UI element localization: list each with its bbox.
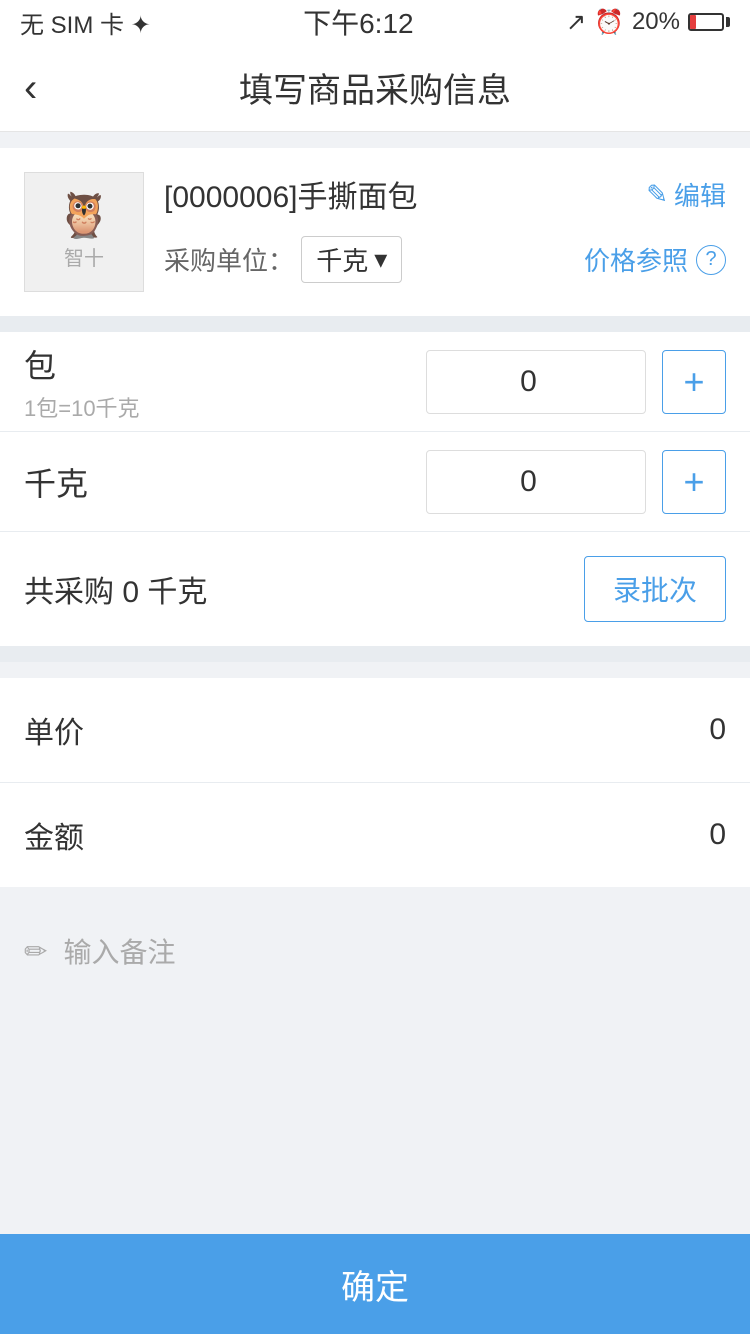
summary-text: 共采购 0 千克 bbox=[24, 567, 207, 611]
jin-e-value: 0 bbox=[709, 818, 726, 852]
input-section: 包 1包=10千克 + 千克 + 共采购 0 千克 录批次 bbox=[0, 332, 750, 646]
divider-2 bbox=[0, 646, 750, 662]
confirm-button[interactable]: 确定 bbox=[341, 1260, 409, 1309]
sim-label: 无 SIM 卡 ✦ bbox=[20, 5, 151, 40]
price-ref-link[interactable]: 价格参照 ? bbox=[584, 241, 726, 278]
chevron-down-icon: ▾ bbox=[374, 244, 387, 275]
unit-value: 千克 bbox=[316, 241, 368, 278]
nav-title: 填写商品采购信息 bbox=[239, 63, 511, 112]
kg-input[interactable] bbox=[426, 450, 646, 514]
unit-select[interactable]: 千克 ▾ bbox=[301, 236, 402, 283]
edit-icon: ✎ bbox=[646, 179, 668, 210]
kg-label-group: 千克 bbox=[24, 459, 144, 505]
notes-section[interactable]: ✏ 输入备注 bbox=[0, 903, 750, 999]
summary-row: 共采购 0 千克 录批次 bbox=[0, 532, 750, 646]
battery-percent: 20% bbox=[632, 8, 680, 36]
bao-field-wrapper: + bbox=[144, 350, 726, 414]
dan-jia-label: 单价 bbox=[24, 708, 84, 752]
bottom-spacer bbox=[0, 999, 750, 1234]
product-image-label: 智十 bbox=[64, 242, 104, 271]
bao-label-group: 包 1包=10千克 bbox=[24, 341, 144, 423]
bao-plus-button[interactable]: + bbox=[662, 350, 726, 414]
kg-field-wrapper: + bbox=[144, 450, 726, 514]
bao-sub-label: 1包=10千克 bbox=[24, 391, 144, 423]
price-section: 单价 0 金额 0 bbox=[0, 678, 750, 887]
kg-label: 千克 bbox=[24, 459, 144, 505]
product-name: [0000006]手撕面包 bbox=[164, 172, 417, 216]
confirm-bar[interactable]: 确定 bbox=[0, 1234, 750, 1334]
notes-placeholder: 输入备注 bbox=[63, 931, 175, 971]
pencil-icon: ✏ bbox=[24, 935, 47, 968]
nav-bar: ‹ 填写商品采购信息 bbox=[0, 44, 750, 132]
unit-row: 采购单位： 千克 ▾ 价格参照 ? bbox=[164, 236, 726, 283]
bao-label: 包 bbox=[24, 341, 144, 387]
dan-jia-row: 单价 0 bbox=[0, 678, 750, 783]
battery-icon bbox=[688, 13, 730, 31]
bao-input[interactable] bbox=[426, 350, 646, 414]
product-owl-icon: 🦉 bbox=[57, 194, 112, 238]
product-card: 🦉 智十 [0000006]手撕面包 ✎ 编辑 采购单位： 千克 ▾ bbox=[0, 148, 750, 316]
status-bar: 无 SIM 卡 ✦ 下午6:12 ↗ ⏰ 20% bbox=[0, 0, 750, 44]
status-bar-right: ↗ ⏰ 20% bbox=[566, 8, 730, 37]
status-bar-left: 无 SIM 卡 ✦ bbox=[20, 5, 151, 40]
kg-plus-button[interactable]: + bbox=[662, 450, 726, 514]
status-bar-time: 下午6:12 bbox=[303, 2, 414, 42]
jin-e-row: 金额 0 bbox=[0, 783, 750, 887]
divider-1 bbox=[0, 316, 750, 332]
back-button[interactable]: ‹ bbox=[24, 68, 37, 108]
location-icon: ↗ bbox=[566, 8, 586, 37]
product-image: 🦉 智十 bbox=[24, 172, 144, 292]
product-info: [0000006]手撕面包 ✎ 编辑 采购单位： 千克 ▾ 价格参照 ? bbox=[164, 172, 726, 283]
batch-button[interactable]: 录批次 bbox=[584, 556, 726, 622]
price-ref-label: 价格参照 bbox=[584, 241, 688, 278]
help-circle-icon: ? bbox=[696, 245, 726, 275]
product-name-row: [0000006]手撕面包 ✎ 编辑 bbox=[164, 172, 726, 216]
bao-input-row: 包 1包=10千克 + bbox=[0, 332, 750, 432]
alarm-icon: ⏰ bbox=[594, 8, 624, 37]
unit-label: 采购单位： 千克 ▾ bbox=[164, 236, 402, 283]
edit-link[interactable]: ✎ 编辑 bbox=[646, 176, 726, 213]
dan-jia-value: 0 bbox=[709, 713, 726, 747]
edit-label: 编辑 bbox=[674, 176, 726, 213]
kg-input-row: 千克 + bbox=[0, 432, 750, 532]
jin-e-label: 金额 bbox=[24, 813, 84, 857]
